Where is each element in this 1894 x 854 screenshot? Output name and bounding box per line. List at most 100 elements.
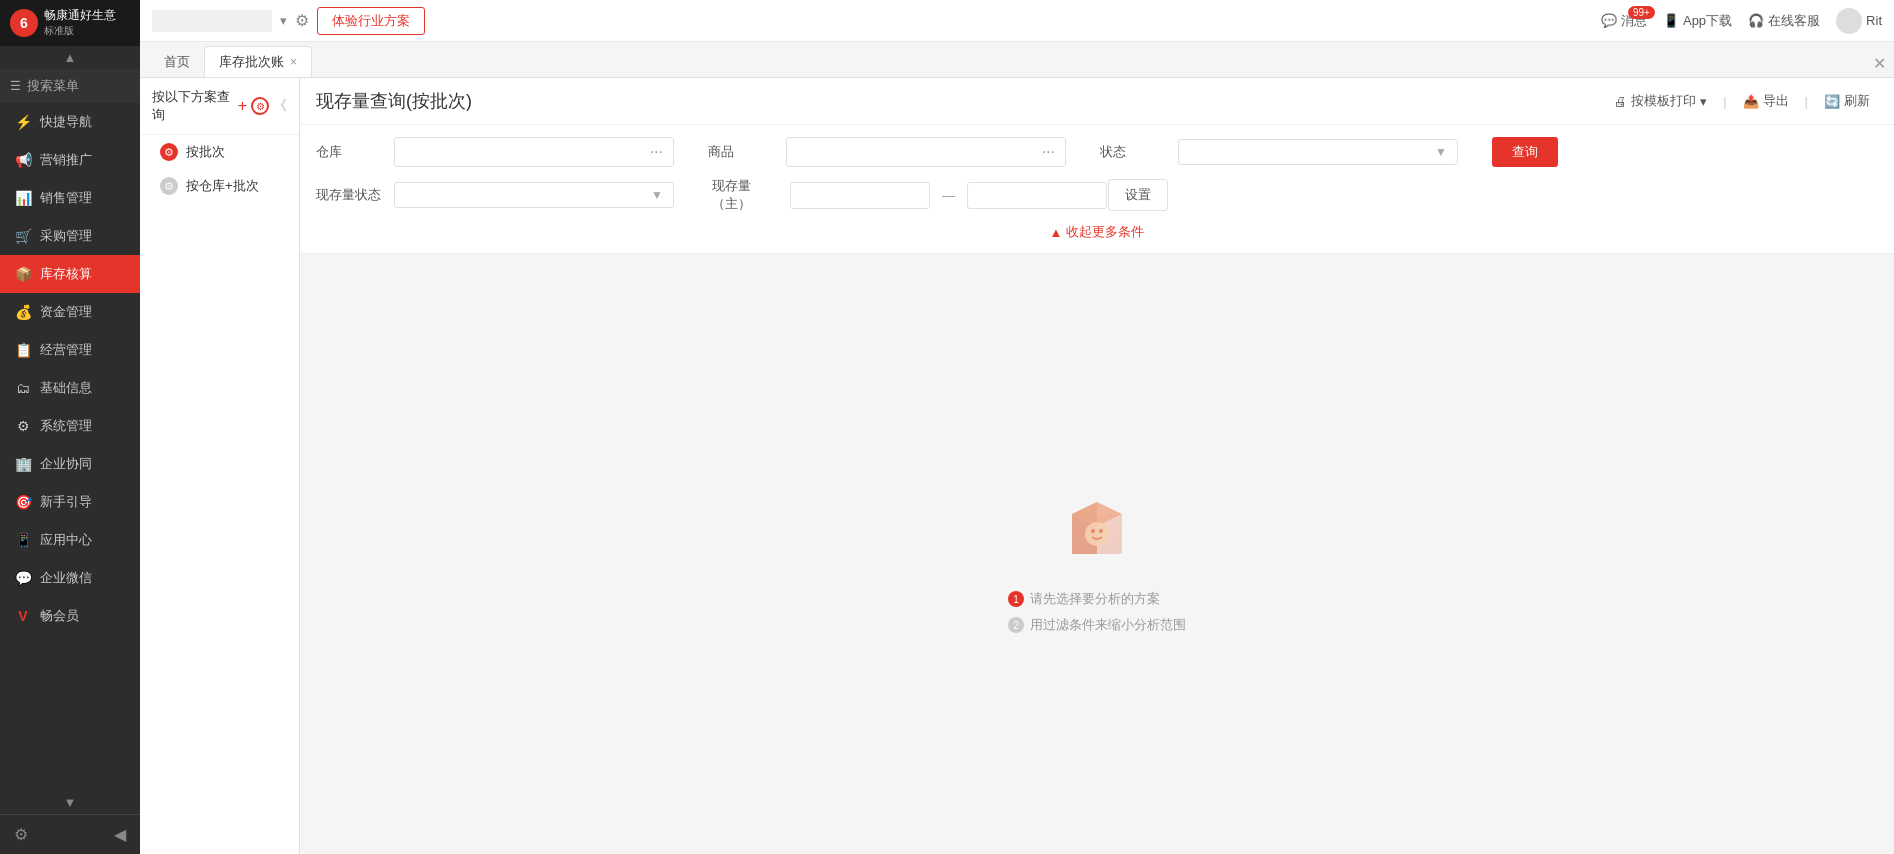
add-plan-button[interactable]: + [238,97,247,115]
user-menu[interactable]: Rit [1836,8,1882,34]
username-label: Rit [1866,13,1882,28]
warehouse-filter-input[interactable]: ··· [394,137,674,167]
tab-inventory-batch-label: 库存批次账 [219,53,284,71]
filter-row-1: 仓库 ··· 商品 ··· [316,137,1878,167]
sidebar-item-system[interactable]: ⚙ 系统管理 [0,407,140,445]
stock-main-to-input[interactable] [967,182,1107,209]
stock-status-arrow[interactable]: ▼ [651,188,663,202]
sidebar-settings-icon[interactable]: ⚙ [14,825,28,844]
sidebar-search[interactable]: ☰ 搜索菜单 [0,69,140,103]
sidebar-item-label: 企业协同 [40,455,92,473]
left-panel-collapse-button[interactable]: 《 [273,97,287,115]
stock-status-filter-group: 现存量状态 ▼ [316,182,696,208]
collapse-filter-button[interactable]: ▲ 收起更多条件 [316,223,1878,241]
purchase-icon: 🛒 [14,227,32,245]
print-button[interactable]: 🖨 按模板打印 ▾ [1606,88,1715,114]
refresh-label: 刷新 [1844,92,1870,110]
sidebar-nav: ⚡ 快捷导航 📢 营销推广 📊 销售管理 🛒 采购管理 📦 库存核算 💰 资金管… [0,103,140,791]
tab-home[interactable]: 首页 [150,47,204,77]
app-edition: 标准版 [44,24,116,38]
tab-close-icon[interactable]: × [290,55,297,69]
empty-tip-1: 1 请先选择要分析的方案 [1008,590,1186,608]
sidebar-item-label: 快捷导航 [40,113,92,131]
query-button[interactable]: 查询 [1492,137,1558,167]
trial-button[interactable]: 体验行业方案 [317,7,425,35]
sidebar-item-label: 销售管理 [40,189,92,207]
topbar-settings-icon[interactable]: ⚙ [295,11,309,30]
svg-point-4 [1085,522,1109,546]
status-select-arrow[interactable]: ▼ [1435,145,1447,159]
left-panel: 按以下方案查询 + ⚙ 《 ⚙ 按批次 ⚙ 按仓库+批次 [140,78,300,854]
status-filter-group: 状态 ▼ [1100,139,1480,165]
stock-status-select[interactable]: ▼ [394,182,674,208]
svg-point-5 [1091,529,1095,533]
app-download-label: App下载 [1683,12,1732,30]
newbie-icon: 🎯 [14,493,32,511]
online-service-button[interactable]: 🎧 在线客服 [1748,12,1820,30]
stock-main-label: 现存量（主） [712,177,782,213]
sidebar-item-newbie[interactable]: 🎯 新手引导 [0,483,140,521]
export-button[interactable]: 📤 导出 [1735,88,1797,114]
app-download-icon: 📱 [1663,13,1679,28]
wechat-icon: 💬 [14,569,32,587]
sidebar-item-label: 营销推广 [40,151,92,169]
sidebar-item-marketing[interactable]: 📢 营销推广 [0,141,140,179]
sidebar-item-sales[interactable]: 📊 销售管理 [0,179,140,217]
sidebar-item-operations[interactable]: 📋 经营管理 [0,331,140,369]
content-area: 按以下方案查询 + ⚙ 《 ⚙ 按批次 ⚙ 按仓库+批次 现存量查询(按批次) [140,78,1894,854]
print-dropdown-icon[interactable]: ▾ [1700,94,1707,109]
product-dots-button[interactable]: ··· [1042,143,1055,161]
product-filter-group: 商品 ··· [708,137,1088,167]
finance-icon: 💰 [14,303,32,321]
online-service-label: 在线客服 [1768,12,1820,30]
sidebar-item-wechat[interactable]: 💬 企业微信 [0,559,140,597]
enterprise-icon: 🏢 [14,455,32,473]
sidebar-collapse-icon[interactable]: ◀ [114,825,126,844]
plan-item-warehouse-batch[interactable]: ⚙ 按仓库+批次 [140,169,299,203]
warehouse-dots-button[interactable]: ··· [650,143,663,161]
tip-2-text: 用过滤条件来缩小分析范围 [1030,616,1186,634]
sidebar-item-basics[interactable]: 🗂 基础信息 [0,369,140,407]
vip-icon: V [14,607,32,625]
sidebar-item-label: 经营管理 [40,341,92,359]
topbar-search-input[interactable] [152,10,272,32]
status-filter-select[interactable]: ▼ [1178,139,1458,165]
action-divider-1: | [1723,94,1726,109]
plan-label-warehouse-batch: 按仓库+批次 [186,177,259,195]
quick-nav-icon: ⚡ [14,113,32,131]
search-text: 搜索菜单 [27,77,79,95]
topbar-dropdown-arrow[interactable]: ▾ [280,13,287,28]
plan-item-batch[interactable]: ⚙ 按批次 [140,135,299,169]
sidebar-scroll-up[interactable]: ▲ [0,46,140,69]
refresh-button[interactable]: 🔄 刷新 [1816,88,1878,114]
sidebar-item-finance[interactable]: 💰 资金管理 [0,293,140,331]
sidebar-header: 6 畅康通好生意 标准版 [0,0,140,46]
topbar-right: 💬 消息 99+ 📱 App下载 🎧 在线客服 Rit [1601,8,1882,34]
settings-button[interactable]: 设置 [1108,179,1168,211]
sidebar: 6 畅康通好生意 标准版 ▲ ☰ 搜索菜单 ⚡ 快捷导航 📢 营销推广 📊 销售… [0,0,140,854]
empty-tips: 1 请先选择要分析的方案 2 用过滤条件来缩小分析范围 [1008,590,1186,634]
filter-row-2: 现存量状态 ▼ 现存量（主） — [316,177,1878,213]
empty-tip-2: 2 用过滤条件来缩小分析范围 [1008,616,1186,634]
sidebar-item-label: 企业微信 [40,569,92,587]
plan-settings-button[interactable]: ⚙ [251,97,269,115]
product-filter-input[interactable]: ··· [786,137,1066,167]
sidebar-item-quick-nav[interactable]: ⚡ 快捷导航 [0,103,140,141]
panel-close-button[interactable]: ✕ [1869,50,1890,77]
sidebar-scroll-down[interactable]: ▼ [0,791,140,814]
app-download-button[interactable]: 📱 App下载 [1663,12,1732,30]
sidebar-item-vip[interactable]: V 畅会员 [0,597,140,635]
tabbar: 首页 库存批次账 × ✕ [140,42,1894,78]
warehouse-filter-group: 仓库 ··· [316,137,696,167]
tab-inventory-batch[interactable]: 库存批次账 × [204,46,312,77]
right-content: 现存量查询(按批次) 🖨 按模板打印 ▾ | 📤 导出 | 🔄 [300,78,1894,854]
sales-icon: 📊 [14,189,32,207]
app-logo: 6 [10,9,38,37]
sidebar-item-purchase[interactable]: 🛒 采购管理 [0,217,140,255]
message-button[interactable]: 💬 消息 99+ [1601,12,1647,30]
sidebar-item-inventory[interactable]: 📦 库存核算 [0,255,140,293]
main-area: ▾ ⚙ 体验行业方案 💬 消息 99+ 📱 App下载 🎧 在线客服 Rit [140,0,1894,854]
stock-main-from-input[interactable] [790,182,930,209]
sidebar-item-enterprise[interactable]: 🏢 企业协同 [0,445,140,483]
sidebar-item-appstore[interactable]: 📱 应用中心 [0,521,140,559]
